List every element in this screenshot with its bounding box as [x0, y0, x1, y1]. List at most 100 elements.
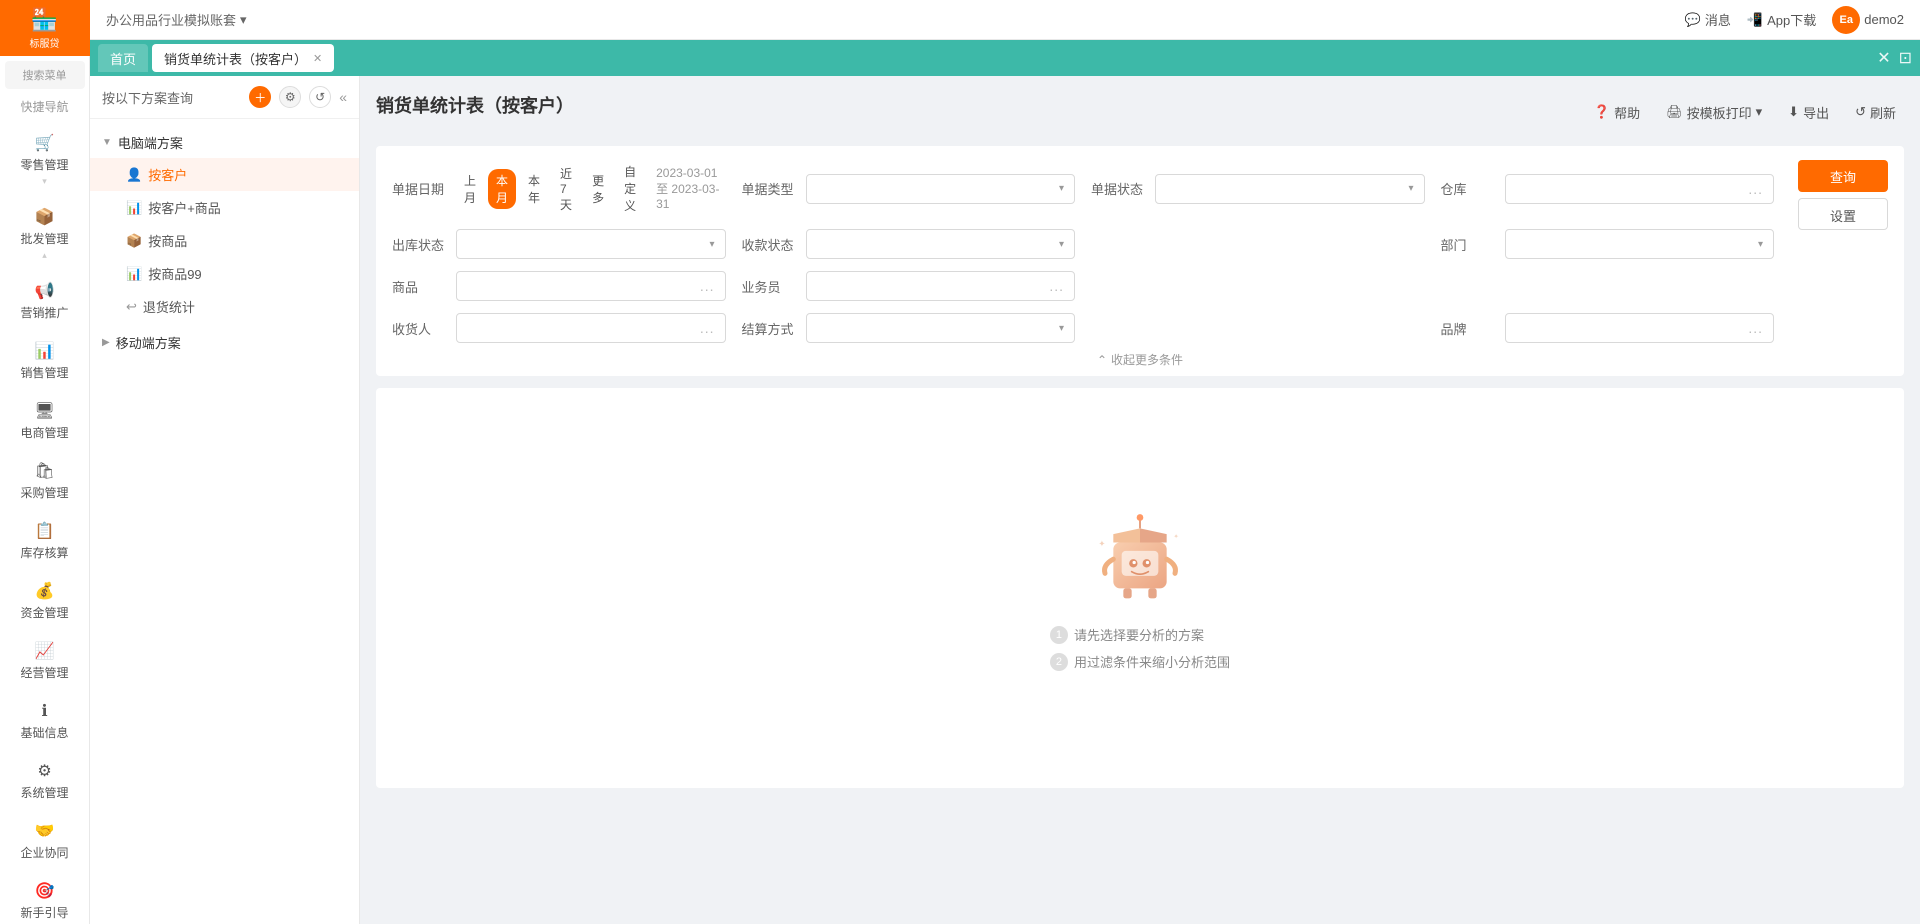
- sidebar-item-guide[interactable]: 🎯 新手引导: [0, 871, 89, 924]
- settle-select[interactable]: ▾: [806, 313, 1076, 343]
- brand-input[interactable]: ...: [1505, 313, 1775, 343]
- retail-arrow: ▾: [42, 176, 47, 187]
- sales-stats-tab-label: 销货单统计表（按客户）: [164, 49, 307, 68]
- out-status-select[interactable]: ▾: [456, 229, 726, 259]
- customer-product-icon: 📊: [126, 200, 142, 216]
- app-download-btn[interactable]: 📲 App下载: [1747, 10, 1816, 29]
- desktop-group-header[interactable]: ▼ 电脑端方案: [90, 127, 359, 158]
- tab-home[interactable]: 首页: [98, 44, 148, 72]
- receiver-input[interactable]: ...: [456, 313, 726, 343]
- date-tab-this-year[interactable]: 本年: [520, 169, 548, 209]
- date-tab-custom[interactable]: 自定义: [616, 160, 644, 217]
- logo-text: 标服贷: [30, 35, 60, 50]
- search-menu[interactable]: 搜索菜单: [5, 61, 85, 89]
- date-tab-last-month[interactable]: 上月: [456, 169, 484, 209]
- query-button[interactable]: 查询: [1798, 160, 1888, 192]
- user-profile[interactable]: Ea demo2: [1832, 6, 1904, 34]
- sidebar-item-sales[interactable]: 📊 销售管理: [0, 331, 89, 391]
- tabbar-right: ✕ ⊡: [1877, 48, 1912, 68]
- retail-icon: 🛒: [35, 133, 55, 153]
- purchase-icon: 🛍: [34, 461, 54, 481]
- scheme-return-stats[interactable]: ↩ 退货统计: [90, 290, 359, 323]
- sidebar-item-operation[interactable]: 📈 经营管理: [0, 631, 89, 691]
- template-print-btn[interactable]: 🖨 按模板打印 ▾: [1658, 99, 1770, 126]
- app-logo[interactable]: 🏪 标服贷: [0, 0, 90, 56]
- doc-status-select[interactable]: ▾: [1155, 174, 1425, 204]
- add-scheme-btn[interactable]: ＋: [249, 86, 271, 108]
- refresh-icon: ↺: [1855, 104, 1866, 120]
- warehouse-input[interactable]: ...: [1505, 174, 1775, 204]
- doc-type-select[interactable]: ▾: [806, 174, 1076, 204]
- tab-sales-stats[interactable]: 销货单统计表（按客户） ✕: [152, 44, 334, 72]
- scheme-by-customer[interactable]: 👤 按客户: [90, 158, 359, 191]
- by-product-99-icon: 📊: [126, 266, 142, 282]
- print-arrow-icon: ▾: [1756, 104, 1763, 120]
- sidebar: 🏪 标服贷 搜索菜单 快捷导航 🛒 零售管理 ▾ 📦 批发管理 ▴ 📢 营销推广…: [0, 0, 90, 924]
- sidebar-item-enterprise[interactable]: 🤝 企业协同: [0, 811, 89, 871]
- settings-button[interactable]: 设置: [1798, 198, 1888, 230]
- empty-illustration: ✦ ✦: [1090, 505, 1190, 605]
- sidebar-item-purchase[interactable]: 🛍 采购管理: [0, 451, 89, 511]
- sales-icon: 📊: [35, 341, 55, 361]
- sidebar-item-ecommerce[interactable]: 🖥 电商管理: [0, 391, 89, 451]
- scheme-by-product[interactable]: 📦 按商品: [90, 224, 359, 257]
- minimize-btn[interactable]: ✕: [1877, 48, 1890, 68]
- sidebar-item-system[interactable]: ⚙ 系统管理: [0, 751, 89, 811]
- quick-nav[interactable]: 快捷导航: [0, 94, 89, 123]
- refresh-btn[interactable]: ↺ 刷新: [1847, 99, 1904, 126]
- date-tab-7days[interactable]: 近7天: [552, 162, 580, 216]
- out-status-label: 出库状态: [392, 235, 448, 254]
- filter-fields: 单据日期 上月 本月 本年 近7天 更多 自定义: [392, 160, 1774, 343]
- product-input[interactable]: ...: [456, 271, 726, 301]
- product-filter-item: 商品 ...: [392, 271, 726, 301]
- settings-scheme-btn[interactable]: ⚙: [279, 86, 301, 108]
- return-stats-icon: ↩: [126, 299, 137, 315]
- industry-selector[interactable]: 办公用品行业模拟账套 ▾: [106, 10, 247, 29]
- scheme-by-product-99[interactable]: 📊 按商品99: [90, 257, 359, 290]
- doc-status-label: 单据状态: [1091, 179, 1147, 198]
- out-status-arrow-icon: ▾: [709, 239, 714, 250]
- date-tab-this-month[interactable]: 本月: [488, 169, 516, 209]
- warehouse-dots: ...: [1748, 181, 1763, 197]
- date-range-text: 2023-03-01 至 2023-03-31: [656, 166, 725, 211]
- dept-filter-item: 部门 ▾: [1441, 229, 1775, 259]
- message-btn[interactable]: 💬 消息: [1685, 10, 1731, 29]
- sidebar-item-retail[interactable]: 🛒 零售管理 ▾: [0, 123, 89, 197]
- sidebar-item-marketing[interactable]: 📢 营销推广: [0, 271, 89, 331]
- right-content: 销货单统计表（按客户） ❓ 帮助 🖨 按模板打印 ▾ ⬇ 导出: [360, 76, 1920, 924]
- main-content: 按以下方案查询 ＋ ⚙ ↺ « ▼ 电脑端方案 👤 按客户: [90, 76, 1920, 924]
- dept-arrow-icon: ▾: [1758, 239, 1763, 250]
- help-btn[interactable]: ❓ 帮助: [1586, 99, 1648, 126]
- content-area: ✦ ✦ 1 请先选择要分析的方案 2 用过滤条件来缩小分析范围: [376, 388, 1904, 788]
- collapse-more-btn[interactable]: ⌃ 收起更多条件: [392, 343, 1888, 376]
- product-label: 商品: [392, 277, 448, 296]
- maximize-btn[interactable]: ⊡: [1899, 48, 1912, 68]
- collapse-panel-btn[interactable]: «: [339, 89, 347, 105]
- salesperson-input[interactable]: ...: [806, 271, 1076, 301]
- dept-select[interactable]: ▾: [1505, 229, 1775, 259]
- sidebar-item-inventory[interactable]: 📋 库存核算: [0, 511, 89, 571]
- industry-label: 办公用品行业模拟账套: [106, 10, 236, 29]
- tip-2-num: 2: [1050, 653, 1068, 671]
- sidebar-item-basic[interactable]: ℹ 基础信息: [0, 691, 89, 751]
- refresh-scheme-btn[interactable]: ↺: [309, 86, 331, 108]
- warehouse-filter-item: 仓库 ...: [1441, 174, 1775, 204]
- receipt-status-select[interactable]: ▾: [806, 229, 1076, 259]
- basic-icon: ℹ: [41, 701, 47, 721]
- scheme-customer-product[interactable]: 📊 按客户+商品: [90, 191, 359, 224]
- tab-close-icon[interactable]: ✕: [313, 52, 322, 65]
- left-panel-title: 按以下方案查询: [102, 88, 193, 107]
- scheme-tree: ▼ 电脑端方案 👤 按客户 📊 按客户+商品 📦 按商品: [90, 119, 359, 366]
- date-tab-more[interactable]: 更多: [584, 169, 612, 209]
- topbar: 办公用品行业模拟账套 ▾ 💬 消息 📲 App下载 Ea demo2: [90, 0, 1920, 40]
- filter-section: 单据日期 上月 本月 本年 近7天 更多 自定义: [376, 146, 1904, 376]
- mobile-group-header[interactable]: ▶ 移动端方案: [90, 327, 359, 358]
- help-icon: ❓: [1594, 104, 1610, 120]
- sidebar-item-wholesale[interactable]: 📦 批发管理 ▴: [0, 197, 89, 271]
- finance-icon: 💰: [35, 581, 55, 601]
- dept-label: 部门: [1441, 235, 1497, 254]
- export-btn[interactable]: ⬇ 导出: [1780, 99, 1837, 126]
- brand-filter-item: 品牌 ...: [1441, 313, 1775, 343]
- sidebar-item-finance[interactable]: 💰 资金管理: [0, 571, 89, 631]
- mobile-expand-arrow: ▶: [102, 337, 110, 348]
